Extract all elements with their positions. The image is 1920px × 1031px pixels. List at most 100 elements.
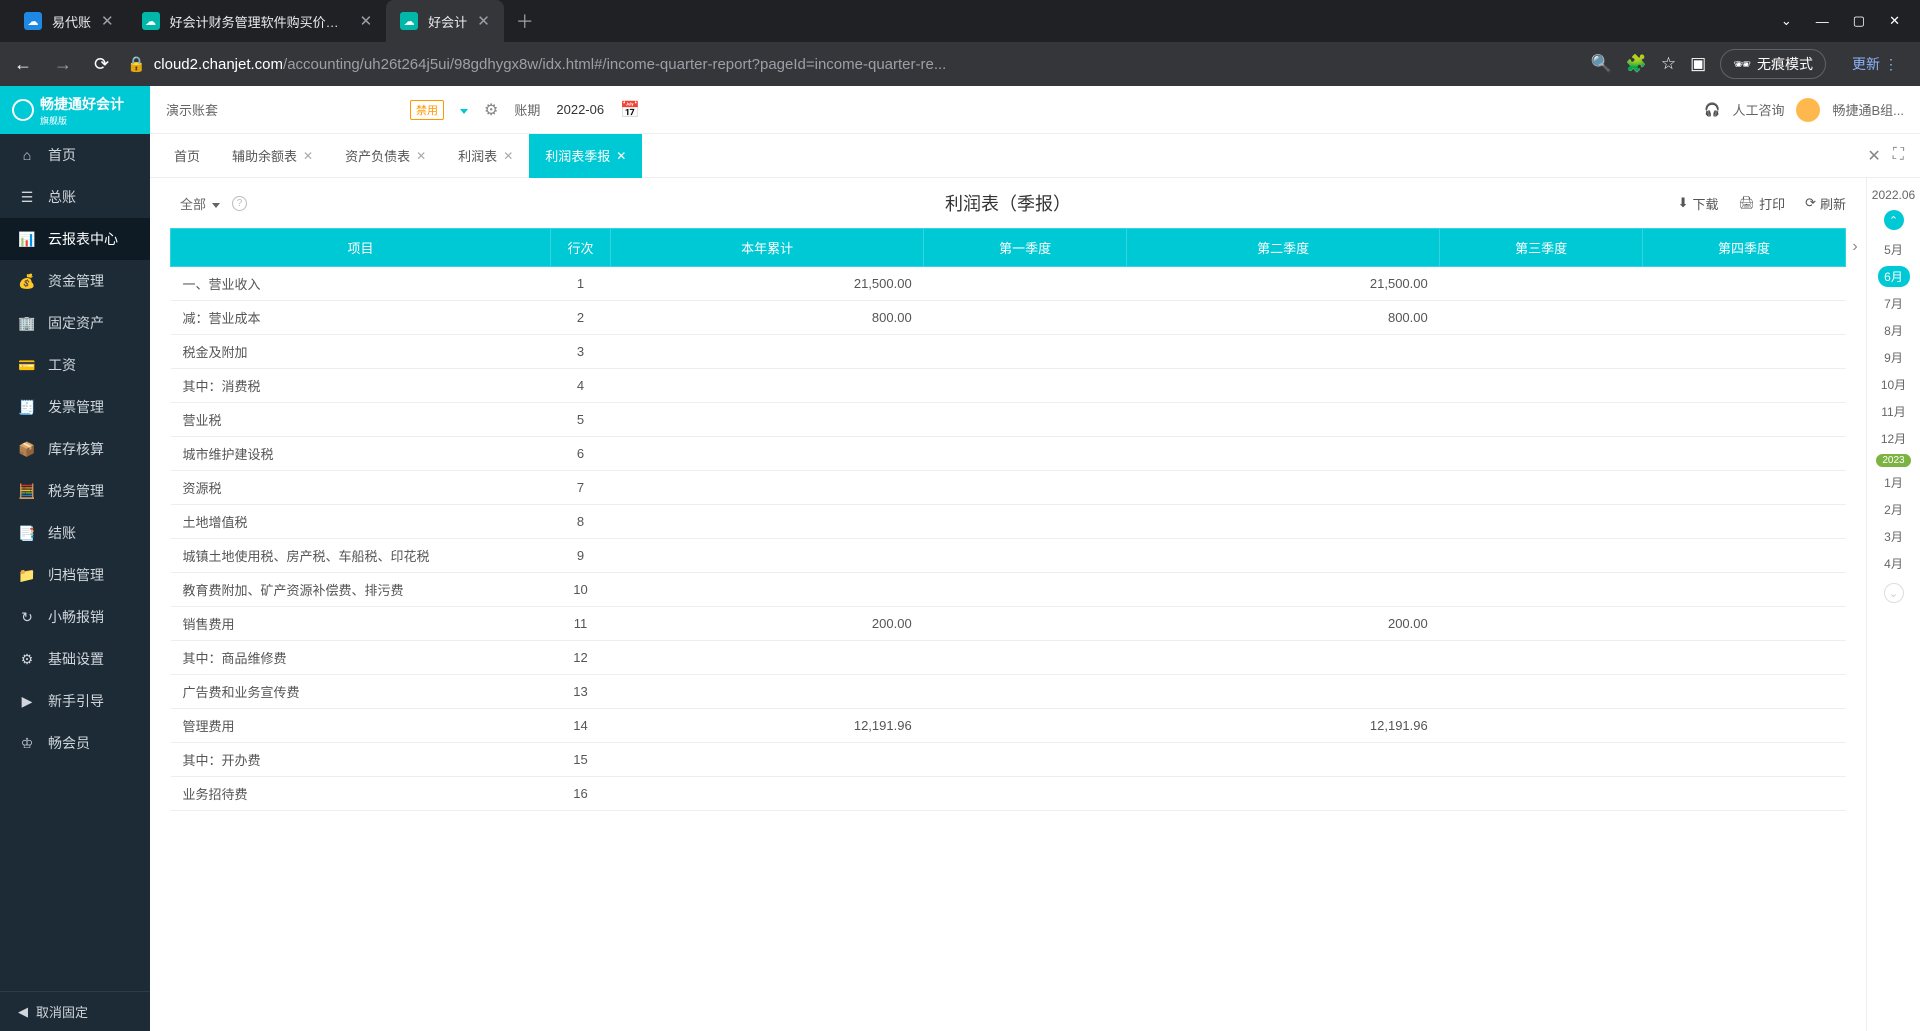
table-row[interactable]: 减：营业成本2800.00800.00 [171, 301, 1846, 335]
table-row[interactable]: 其中：商品维修费12 [171, 641, 1846, 675]
minimize-button[interactable]: ― [1816, 14, 1829, 29]
reading-list-icon[interactable]: ▣ [1690, 54, 1706, 74]
period-value[interactable]: 2022-06 [556, 102, 604, 117]
sidebar-item[interactable]: 💰 资金管理 [0, 260, 150, 302]
tab-close-icon[interactable]: ✕ [101, 12, 114, 30]
address-bar[interactable]: 🔒 cloud2.chanjet.com/accounting/uh26t264… [127, 55, 1576, 73]
page-tab[interactable]: 辅助余额表✕ [216, 134, 329, 178]
page-tab[interactable]: 利润表✕ [442, 134, 529, 178]
sidebar-item[interactable]: ▶ 新手引导 [0, 680, 150, 722]
sidebar-item[interactable]: 💳 工资 [0, 344, 150, 386]
period-month[interactable]: 12月 [1878, 425, 1910, 452]
reload-button[interactable]: ⟳ [90, 50, 113, 79]
maximize-button[interactable]: ▢ [1853, 13, 1865, 29]
print-button[interactable]: 🖨 打印 [1739, 194, 1786, 213]
account-name[interactable]: 演示账套 [166, 100, 218, 119]
sidebar-item[interactable]: ☰ 总账 [0, 176, 150, 218]
period-month[interactable]: 4月 [1884, 550, 1903, 577]
period-month[interactable]: 11月 [1878, 398, 1910, 425]
table-row[interactable]: 教育费附加、矿产资源补偿费、排污费10 [171, 573, 1846, 607]
disable-badge[interactable]: 禁用 [410, 100, 444, 120]
table-row[interactable]: 资源税7 [171, 471, 1846, 505]
table-row[interactable]: 营业税5 [171, 403, 1846, 437]
sidebar-item[interactable]: 🧾 发票管理 [0, 386, 150, 428]
period-month[interactable]: 2月 [1884, 496, 1903, 523]
sidebar-item-label: 首页 [48, 145, 76, 165]
tab-close-icon[interactable]: ✕ [477, 12, 490, 30]
period-scroll-up[interactable]: ⌃ [1884, 210, 1904, 230]
table-row[interactable]: 其中：开办费15 [171, 743, 1846, 777]
sidebar-item[interactable]: 📑 结账 [0, 512, 150, 554]
period-month[interactable]: 7月 [1878, 290, 1910, 317]
username-label[interactable]: 畅捷通B组... [1832, 100, 1904, 119]
close-all-tabs-icon[interactable]: ✕ [1867, 146, 1880, 166]
sidebar-item[interactable]: 📊 云报表中心 [0, 218, 150, 260]
forward-button[interactable]: → [50, 50, 76, 79]
period-month[interactable]: 9月 [1878, 344, 1910, 371]
period-month[interactable]: 1月 [1884, 469, 1903, 496]
zoom-icon[interactable]: 🔍 [1591, 54, 1612, 74]
sidebar-item[interactable]: 📦 库存核算 [0, 428, 150, 470]
scroll-right-icon[interactable]: › [1846, 228, 1864, 266]
period-scroll-down[interactable]: ⌄ [1884, 583, 1904, 603]
report-table-wrap[interactable]: 项目行次本年累计第一季度第二季度第三季度第四季度 一、营业收入121,500.0… [150, 228, 1866, 1031]
user-avatar[interactable] [1796, 98, 1820, 122]
sidebar-item[interactable]: ↻ 小畅报销 [0, 596, 150, 638]
table-row[interactable]: 土地增值税8 [171, 505, 1846, 539]
headset-icon[interactable]: 🎧 [1704, 102, 1720, 118]
browser-tab[interactable]: ☁ 易代账 ✕ [10, 0, 128, 42]
sidebar-item[interactable]: ⌂ 首页 [0, 134, 150, 176]
account-dropdown-icon[interactable] [460, 101, 468, 119]
logo-area[interactable]: 畅捷通好会计 旗舰版 [0, 86, 150, 134]
sidebar-item[interactable]: ♔ 畅会员 [0, 722, 150, 764]
period-month[interactable]: 3月 [1884, 523, 1903, 550]
sidebar-item[interactable]: 🧮 税务管理 [0, 470, 150, 512]
page-tab-close-icon[interactable]: ✕ [416, 149, 426, 163]
update-button[interactable]: 更新 ⋮ [1840, 50, 1910, 78]
filter-label: 全部 [180, 194, 206, 213]
sidebar-unpin[interactable]: ◀ 取消固定 [0, 991, 150, 1031]
table-cell [1643, 539, 1846, 573]
close-window-button[interactable]: ✕ [1889, 13, 1900, 29]
chevron-down-icon[interactable]: ⌄ [1781, 13, 1792, 29]
help-icon[interactable]: ? [232, 196, 247, 211]
back-button[interactable]: ← [10, 50, 36, 79]
table-row[interactable]: 销售费用11200.00200.00 [171, 607, 1846, 641]
browser-tab[interactable]: ☁ 好会计财务管理软件购买价格及 ✕ [128, 0, 387, 42]
table-row[interactable]: 税金及附加3 [171, 335, 1846, 369]
table-row[interactable]: 城镇土地使用税、房产税、车船税、印花税9 [171, 539, 1846, 573]
page-tab-close-icon[interactable]: ✕ [503, 149, 513, 163]
extension-icon[interactable]: 🧩 [1626, 54, 1647, 74]
table-row[interactable]: 广告费和业务宣传费13 [171, 675, 1846, 709]
table-row[interactable]: 一、营业收入121,500.0021,500.00 [171, 267, 1846, 301]
sidebar-item[interactable]: 📁 归档管理 [0, 554, 150, 596]
sidebar-item-label: 新手引导 [48, 691, 104, 711]
new-tab-button[interactable]: ＋ [504, 8, 546, 34]
filter-dropdown[interactable]: 全部 ? [170, 194, 247, 213]
browser-tab[interactable]: ☁ 好会计 ✕ [386, 0, 504, 42]
report-title: 利润表（季报） [945, 190, 1071, 216]
sidebar-item[interactable]: ⚙ 基础设置 [0, 638, 150, 680]
period-month[interactable]: 6月 [1878, 266, 1910, 287]
tab-close-icon[interactable]: ✕ [360, 12, 373, 30]
fullscreen-icon[interactable]: ⛶ [1893, 146, 1904, 166]
bookmark-icon[interactable]: ☆ [1661, 54, 1676, 74]
calendar-icon[interactable]: 📅 [620, 100, 640, 120]
page-tab[interactable]: 资产负债表✕ [329, 134, 442, 178]
download-button[interactable]: ⬇ 下载 [1678, 194, 1719, 213]
table-row[interactable]: 业务招待费16 [171, 777, 1846, 811]
table-row[interactable]: 其中：消费税4 [171, 369, 1846, 403]
table-row[interactable]: 城市维护建设税6 [171, 437, 1846, 471]
consult-link[interactable]: 人工咨询 [1732, 100, 1784, 119]
period-month[interactable]: 10月 [1878, 371, 1910, 398]
period-month[interactable]: 5月 [1878, 236, 1910, 263]
page-tab[interactable]: 利润表季报✕ [529, 134, 642, 178]
page-tab-close-icon[interactable]: ✕ [616, 149, 626, 163]
sidebar-item[interactable]: 🏢 固定资产 [0, 302, 150, 344]
page-tab-close-icon[interactable]: ✕ [303, 149, 313, 163]
gear-icon[interactable]: ⚙ [484, 100, 498, 120]
table-row[interactable]: 管理费用1412,191.9612,191.96 [171, 709, 1846, 743]
period-month[interactable]: 8月 [1878, 317, 1910, 344]
refresh-button[interactable]: ⟳ 刷新 [1805, 194, 1846, 213]
page-tab[interactable]: 首页 [158, 134, 216, 178]
